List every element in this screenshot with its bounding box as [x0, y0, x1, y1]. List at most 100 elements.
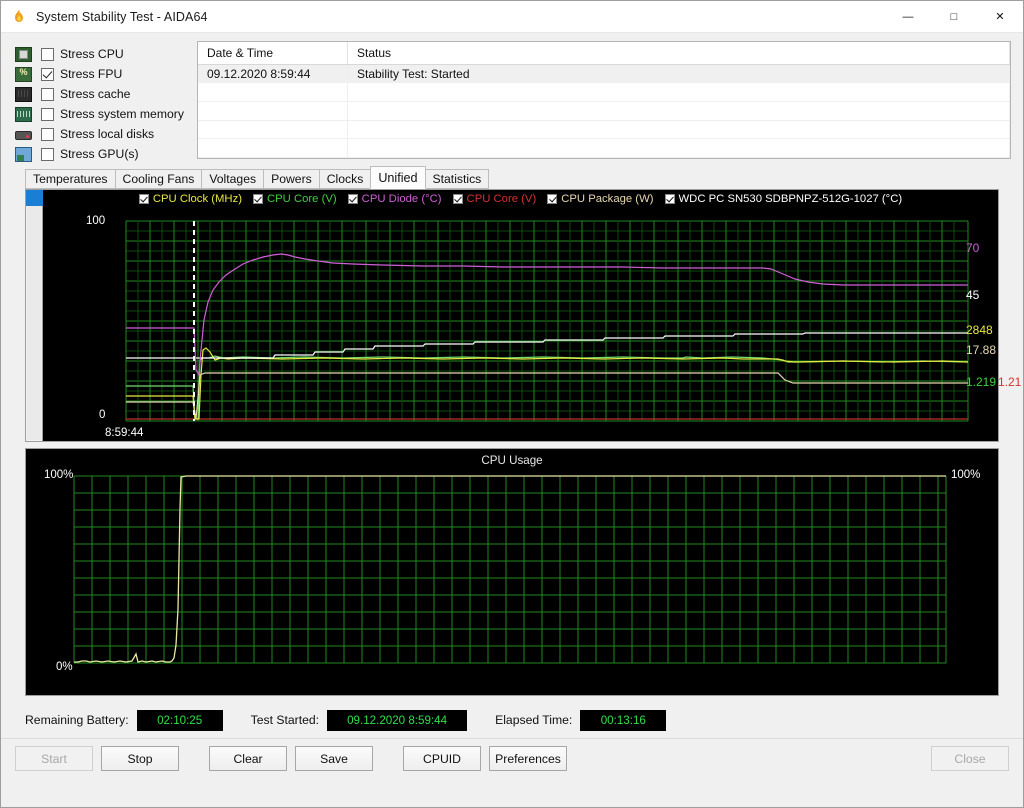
tab-temperatures[interactable]: Temperatures [25, 169, 116, 189]
tab-statistics[interactable]: Statistics [424, 169, 490, 189]
value-label-ssd-temp: 45 [966, 288, 980, 302]
legend-label-cpu-clock: CPU Clock (MHz) [152, 193, 242, 205]
preferences-button[interactable]: Preferences [489, 746, 567, 771]
table-row[interactable]: 09.12.2020 8:59:44 Stability Test: Start… [198, 64, 1010, 84]
button-bar: Start Stop Clear Save CPUID Preferences … [1, 738, 1023, 778]
scrollbar-thumb[interactable] [26, 190, 43, 206]
log-header-row: Date & Time Status [198, 42, 1010, 65]
scrollbar-track[interactable] [27, 191, 41, 440]
unified-chart-body: CPU Clock (MHz) CPU Core (V) CPU Diode (… [43, 190, 1021, 441]
column-header-status[interactable]: Status [348, 42, 1010, 64]
legend-label-cpu-diode: CPU Diode (°C) [361, 193, 442, 205]
stress-option-memory[interactable]: Stress system memory [15, 104, 193, 124]
top-section: Stress CPU Stress FPU Stress cache Stres… [1, 33, 1023, 163]
title-bar: System Stability Test - AIDA64 — □ ✕ [1, 1, 1023, 33]
remaining-battery-value: 02:10:25 [136, 709, 223, 731]
table-row[interactable] [198, 101, 1010, 121]
stress-cpu-label: Stress CPU [60, 47, 124, 61]
legend-item-cpu-diode[interactable]: CPU Diode (°C) [347, 193, 442, 205]
value-label-cpu-package: 17.88 [966, 343, 997, 357]
chart-tabs: Temperatures Cooling Fans Voltages Power… [1, 166, 1023, 189]
log-status: Stability Test: Started [348, 64, 1010, 83]
unified-chart-legend: CPU Clock (MHz) CPU Core (V) CPU Diode (… [43, 193, 998, 205]
tab-voltages[interactable]: Voltages [201, 169, 265, 189]
stress-gpu-checkbox[interactable] [41, 147, 54, 161]
test-started-label: Test Started: [250, 713, 320, 727]
series-cpu-usage [74, 475, 946, 663]
stress-option-disks[interactable]: Stress local disks [15, 124, 193, 144]
table-row[interactable] [198, 83, 1010, 102]
system-stability-test-window: System Stability Test - AIDA64 — □ ✕ Str… [0, 0, 1024, 808]
series-cpu-core-v-green [126, 355, 968, 420]
stop-button[interactable]: Stop [101, 746, 179, 771]
unified-plot [125, 220, 969, 422]
legend-checkbox-cpu-clock[interactable] [138, 194, 149, 204]
maximize-button[interactable]: □ [931, 1, 977, 33]
series-ssd-temp [126, 332, 968, 359]
tab-unified[interactable]: Unified [370, 166, 426, 189]
test-started-value: 09.12.2020 8:59:44 [327, 709, 468, 731]
stress-cache-label: Stress cache [60, 87, 131, 101]
legend-item-cpu-core-v-red[interactable]: CPU Core (V) [452, 193, 536, 205]
memory-icon [15, 106, 32, 122]
cpuid-button[interactable]: CPUID [403, 746, 481, 771]
elapsed-time-value: 00:13:16 [580, 709, 667, 731]
stress-gpu-label: Stress GPU(s) [60, 147, 139, 161]
disk-icon [15, 131, 32, 140]
legend-checkbox-cpu-diode[interactable] [347, 194, 358, 204]
legend-checkbox-cpu-core-v-green[interactable] [252, 194, 263, 204]
legend-checkbox-cpu-core-v-red[interactable] [452, 194, 463, 204]
legend-label-cpu-package: CPU Package (W) [561, 193, 654, 205]
stress-fpu-checkbox[interactable] [41, 67, 54, 81]
value-label-cpu-diode: 70 [966, 241, 980, 255]
cache-icon [15, 86, 32, 102]
column-header-datetime[interactable]: Date & Time [198, 42, 348, 64]
window-controls: — □ ✕ [885, 1, 1023, 33]
remaining-battery-label: Remaining Battery: [25, 713, 129, 727]
flame-icon [11, 9, 27, 25]
stress-disks-label: Stress local disks [60, 127, 155, 141]
cpu-usage-plot [73, 475, 947, 664]
save-button[interactable]: Save [295, 746, 373, 771]
fpu-icon [15, 66, 32, 82]
window-title: System Stability Test - AIDA64 [36, 9, 208, 24]
table-row[interactable] [198, 139, 1010, 158]
legend-checkbox-ssd-temp[interactable] [664, 194, 675, 204]
legend-label-cpu-core-v-green: CPU Core (V) [266, 193, 337, 205]
elapsed-time-label: Elapsed Time: [495, 713, 573, 727]
stress-memory-checkbox[interactable] [41, 107, 54, 121]
stress-disks-checkbox[interactable] [41, 127, 54, 141]
close-button[interactable]: Close [931, 746, 1009, 771]
stress-cache-checkbox[interactable] [41, 87, 54, 101]
stress-option-cache[interactable]: Stress cache [15, 84, 193, 104]
series-cpu-package-w [126, 372, 968, 420]
tab-clocks[interactable]: Clocks [318, 169, 372, 189]
gpu-icon [15, 146, 32, 162]
table-row[interactable] [198, 120, 1010, 140]
tab-cooling-fans[interactable]: Cooling Fans [114, 169, 203, 189]
clear-button[interactable]: Clear [209, 746, 287, 771]
cpu-usage-chart-panel: CPU Usage 100% 100% 0% [25, 448, 999, 696]
legend-item-ssd-temp[interactable]: WDC PC SN530 SDBPNPZ-512G-1027 (°C) [664, 193, 902, 205]
stress-cpu-checkbox[interactable] [41, 47, 54, 61]
status-log-table[interactable]: Date & Time Status 09.12.2020 8:59:44 St… [197, 41, 1011, 159]
stress-options-list: Stress CPU Stress FPU Stress cache Stres… [15, 41, 193, 163]
stress-memory-label: Stress system memory [60, 107, 184, 121]
close-window-button[interactable]: ✕ [977, 1, 1023, 33]
start-button[interactable]: Start [15, 746, 93, 771]
legend-checkbox-cpu-package[interactable] [547, 194, 558, 204]
stress-option-gpu[interactable]: Stress GPU(s) [15, 144, 193, 164]
minimize-button[interactable]: — [885, 1, 931, 33]
unified-chart-scrollbar[interactable] [26, 190, 43, 441]
stress-fpu-label: Stress FPU [60, 67, 123, 81]
value-label-cpu-core-v-red: 1.21 [998, 375, 1022, 389]
stress-option-cpu[interactable]: Stress CPU [15, 44, 193, 64]
stress-option-fpu[interactable]: Stress FPU [15, 64, 193, 84]
legend-item-cpu-core-v-green[interactable]: CPU Core (V) [252, 193, 337, 205]
charts-area: CPU Clock (MHz) CPU Core (V) CPU Diode (… [1, 189, 1023, 696]
tab-powers[interactable]: Powers [263, 169, 320, 189]
legend-item-cpu-package[interactable]: CPU Package (W) [547, 193, 654, 205]
value-label-cpu-core-v-green: 1.219 [966, 375, 997, 389]
legend-item-cpu-clock[interactable]: CPU Clock (MHz) [138, 193, 242, 205]
cpu-icon [15, 46, 32, 62]
